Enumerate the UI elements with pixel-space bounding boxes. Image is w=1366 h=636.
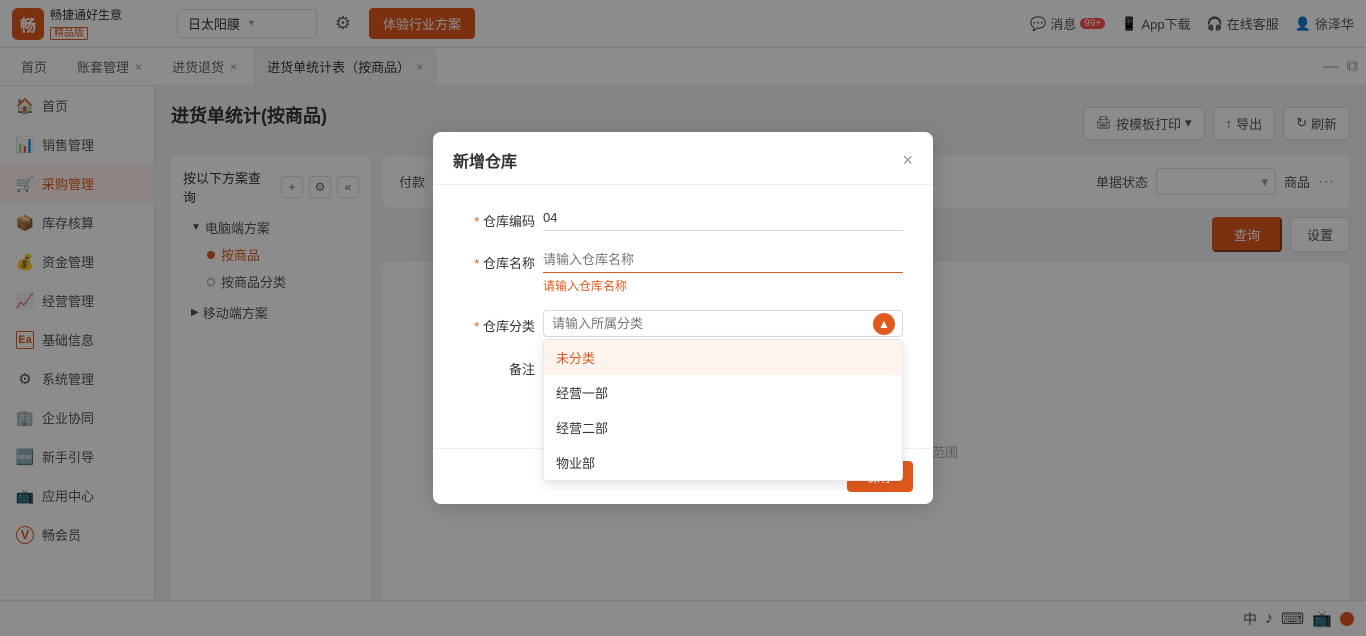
category-control: ▲ 未分类 经营一部 经营二部 物业部: [543, 310, 903, 337]
category-toggle-btn[interactable]: ▲: [873, 313, 895, 335]
name-control: 请输入仓库名称: [543, 247, 903, 294]
dialog-title: 新增仓库: [453, 148, 517, 172]
dropdown-item-dept1[interactable]: 经营一部: [544, 375, 902, 410]
dialog-header: 新增仓库 ×: [433, 132, 933, 185]
category-form-row: * 仓库分类 ▲ 未分类 经营一部 经营二部 物业部: [463, 310, 903, 337]
remark-label: 备注: [463, 353, 543, 378]
name-input[interactable]: [543, 247, 903, 273]
name-form-row: * 仓库名称 请输入仓库名称: [463, 247, 903, 294]
dialog-body: * 仓库编码 * 仓库名称 请输入仓库名称: [433, 185, 933, 448]
category-label: * 仓库分类: [463, 310, 543, 335]
name-label: * 仓库名称: [463, 247, 543, 272]
code-input[interactable]: [543, 205, 903, 231]
name-error-msg: 请输入仓库名称: [543, 277, 903, 294]
category-input[interactable]: [543, 310, 903, 337]
category-dropdown: 未分类 经营一部 经营二部 物业部: [543, 339, 903, 481]
dropdown-item-dept2[interactable]: 经营二部: [544, 410, 902, 445]
new-warehouse-dialog: 新增仓库 × * 仓库编码 * 仓库名称: [433, 132, 933, 504]
dialog-close-btn[interactable]: ×: [902, 150, 913, 171]
code-control: [543, 205, 903, 231]
dialog-overlay: 新增仓库 × * 仓库编码 * 仓库名称: [0, 0, 1366, 636]
dropdown-item-property[interactable]: 物业部: [544, 445, 902, 480]
code-label: * 仓库编码: [463, 205, 543, 230]
code-form-row: * 仓库编码: [463, 205, 903, 231]
dropdown-item-uncategorized[interactable]: 未分类: [544, 340, 902, 375]
